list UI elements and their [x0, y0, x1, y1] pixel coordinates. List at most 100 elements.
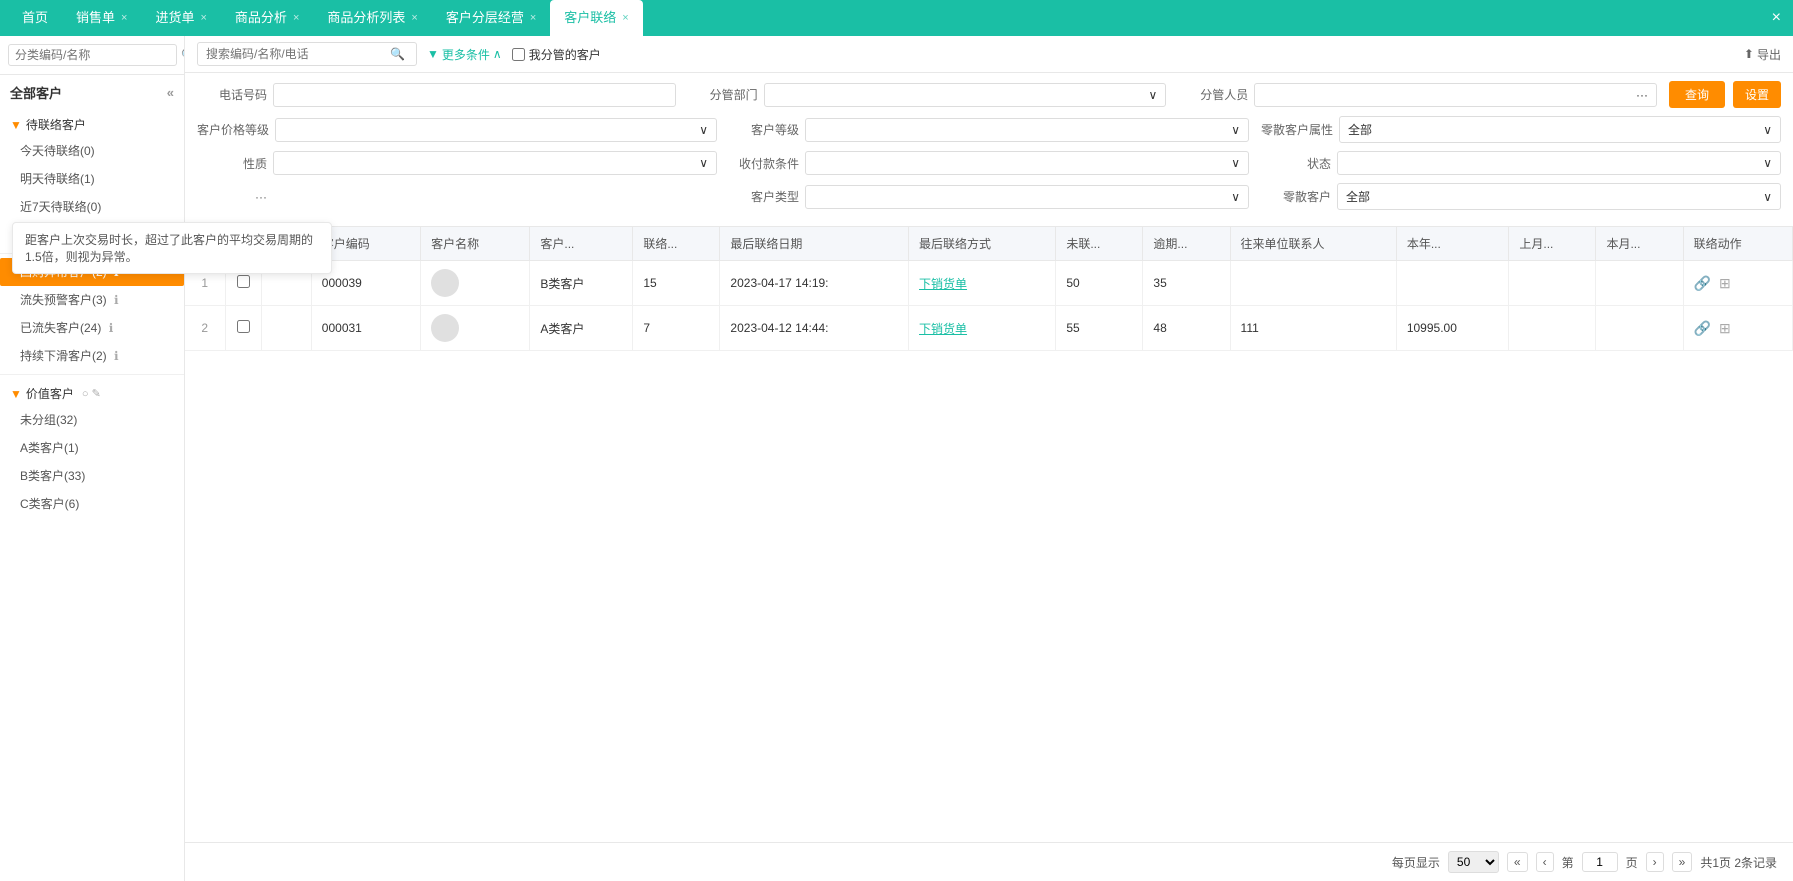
th-contact-count[interactable]: 联络...: [633, 227, 720, 261]
filter-search-icon[interactable]: 🔍: [390, 47, 405, 61]
table-body: 1 000039 B类客户 15 2023-04-17 14:19:: [185, 261, 1793, 351]
sidebar-item-churned[interactable]: 已流失客户(24) ℹ: [0, 314, 184, 342]
query-button[interactable]: 查询: [1669, 81, 1725, 108]
filter-scattered-attr-value: 全部: [1348, 121, 1372, 138]
link-icon-2[interactable]: 🔗: [1694, 320, 1711, 337]
cell-last-method-1[interactable]: 下销货单: [909, 261, 1056, 306]
sidebar-item-c-class[interactable]: C类客户(6): [0, 490, 184, 518]
th-last-date[interactable]: 最后联络日期: [720, 227, 909, 261]
th-overdue[interactable]: 逾期...: [1143, 227, 1230, 261]
nav-purchase-close[interactable]: ×: [200, 0, 206, 36]
nav-customer-contact[interactable]: 客户联络 ×: [550, 0, 642, 36]
nav-customer-contact-close[interactable]: ×: [622, 0, 628, 36]
tooltip-text: 距客户上次交易时长，超过了此客户的平均交易周期的1.5倍，则视为异常。: [185, 233, 313, 264]
th-name[interactable]: 客户名称: [421, 227, 530, 261]
last-method-link-1[interactable]: 下销货单: [919, 277, 967, 291]
sidebar-collapse-button[interactable]: «: [167, 85, 174, 100]
close-all-tabs-button[interactable]: ×: [1772, 9, 1781, 27]
sidebar-search-input[interactable]: [8, 44, 177, 66]
nav-customer-segment-close[interactable]: ×: [530, 0, 536, 36]
filter-status-select[interactable]: ∨: [1337, 151, 1781, 175]
grid-icon-1[interactable]: ⊞: [1719, 275, 1731, 292]
nav-analysis-list-close[interactable]: ×: [411, 0, 417, 36]
filter-payment-select[interactable]: ∨: [805, 151, 1249, 175]
sidebar-item-declining[interactable]: 持续下滑客户(2) ℹ: [0, 342, 184, 370]
filter-customer-type-select[interactable]: ∨: [805, 185, 1249, 209]
th-last-method[interactable]: 最后联络方式: [909, 227, 1056, 261]
th-contacts[interactable]: 往来单位联系人: [1230, 227, 1396, 261]
sidebar-all-customers[interactable]: 全部客户 «: [0, 75, 184, 110]
nav-sales[interactable]: 销售单 ×: [62, 0, 141, 36]
nav-analysis[interactable]: 商品分析 ×: [221, 0, 313, 36]
sidebar-item-b-class[interactable]: B类客户(33): [0, 462, 184, 490]
filter-price-grade-select[interactable]: ∨: [275, 118, 717, 142]
pagination: 每页显示 50 20 100 « ‹ 第 页 › » 共1页 2条记录: [185, 842, 1793, 881]
sidebar-group-pending[interactable]: ▼ 待联络客户: [0, 110, 184, 137]
export-button[interactable]: ⬆ 导出: [1744, 46, 1781, 63]
cell-last-month-2: [1509, 306, 1596, 351]
filter-icon: ▼: [427, 47, 439, 61]
my-customer-checkbox-container[interactable]: 我分管的客户: [512, 46, 601, 63]
filter-scattered-select[interactable]: 全部 ∨: [1337, 183, 1781, 210]
nav-customer-segment[interactable]: 客户分层经营 ×: [432, 0, 550, 36]
sidebar-item-tomorrow[interactable]: 明天待联络(1): [0, 165, 184, 193]
sidebar-item-churn-warning[interactable]: 流失预警客户(3) ℹ: [0, 286, 184, 314]
filter-status-chevron: ∨: [1763, 156, 1772, 170]
filter-payment-label: 收付款条件: [729, 155, 799, 172]
nav-analysis-close[interactable]: ×: [293, 0, 299, 36]
th-this-month[interactable]: 本月...: [1596, 227, 1683, 261]
filter-customer-grade-select[interactable]: ∨: [805, 118, 1249, 142]
sidebar-declining-label: 持续下滑客户(2): [20, 349, 107, 363]
more-conditions-button[interactable]: ▼ 更多条件 ∧: [427, 46, 502, 63]
sidebar-item-ungrouped[interactable]: 未分组(32): [0, 406, 184, 434]
cell-last-method-2[interactable]: 下销货单: [909, 306, 1056, 351]
per-page-select[interactable]: 50 20 100: [1448, 851, 1499, 873]
prev-page-button[interactable]: ‹: [1536, 852, 1554, 872]
filter-search-container: 🔍: [197, 42, 417, 66]
nav-customer-contact-label: 客户联络: [564, 0, 616, 36]
filter-dept-select[interactable]: ∨: [764, 83, 1167, 107]
sidebar-c-class-label: C类客户(6): [20, 497, 79, 511]
last-page-button[interactable]: »: [1672, 852, 1693, 872]
th-grade[interactable]: 客户...: [530, 227, 633, 261]
th-unread-label: 未联...: [1066, 237, 1100, 251]
nav-analysis-list[interactable]: 商品分析列表 ×: [313, 0, 431, 36]
next-page-button[interactable]: ›: [1646, 852, 1664, 872]
filter-phone-input[interactable]: [273, 83, 676, 107]
cell-contact-2: 7: [633, 306, 720, 351]
th-last-month[interactable]: 上月...: [1509, 227, 1596, 261]
sidebar-value-group-icons[interactable]: ○ ✎: [82, 387, 101, 400]
sidebar-search-container: 🔍: [0, 36, 184, 75]
sidebar-item-today[interactable]: 今天待联络(0): [0, 137, 184, 165]
row-checkbox-1[interactable]: [237, 275, 250, 288]
sidebar-item-a-class[interactable]: A类客户(1): [0, 434, 184, 462]
filter-scattered-attr-select[interactable]: 全部 ∨: [1339, 116, 1781, 143]
page-number-input[interactable]: [1582, 852, 1618, 872]
cell-contact-1: 15: [633, 261, 720, 306]
sidebar-group-value[interactable]: ▼ 价值客户 ○ ✎: [0, 379, 184, 406]
link-icon-1[interactable]: 🔗: [1694, 275, 1711, 292]
my-customer-checkbox[interactable]: [512, 48, 525, 61]
row-checkbox-2[interactable]: [237, 320, 250, 333]
first-page-button[interactable]: «: [1507, 852, 1528, 872]
nav-home[interactable]: 首页: [8, 0, 62, 36]
last-method-link-2[interactable]: 下销货单: [919, 322, 967, 336]
th-contact-count-label: 联络...: [643, 237, 677, 251]
filter-person-input[interactable]: ···: [1254, 83, 1657, 107]
grid-icon-2[interactable]: ⊞: [1719, 320, 1731, 337]
filter-dept-label: 分管部门: [688, 86, 758, 103]
filter-nature-select[interactable]: ∨: [273, 151, 717, 175]
settings-button[interactable]: 设置: [1733, 81, 1781, 108]
th-this-year[interactable]: 本年...: [1396, 227, 1509, 261]
sidebar-tomorrow-label: 明天待联络(1): [20, 172, 95, 186]
nav-purchase[interactable]: 进货单 ×: [141, 0, 220, 36]
nav-sales-close[interactable]: ×: [121, 0, 127, 36]
th-grade-label: 客户...: [540, 237, 574, 251]
cell-unread-1: 50: [1056, 261, 1143, 306]
th-unread[interactable]: 未联...: [1056, 227, 1143, 261]
filter-scattered-attr-label: 零散客户属性: [1261, 121, 1333, 138]
sidebar-item-week[interactable]: 近7天待联络(0): [0, 193, 184, 221]
filter-search-input[interactable]: [206, 47, 386, 61]
th-action[interactable]: 联络动作: [1683, 227, 1792, 261]
th-last-date-label: 最后联络日期: [730, 237, 802, 251]
